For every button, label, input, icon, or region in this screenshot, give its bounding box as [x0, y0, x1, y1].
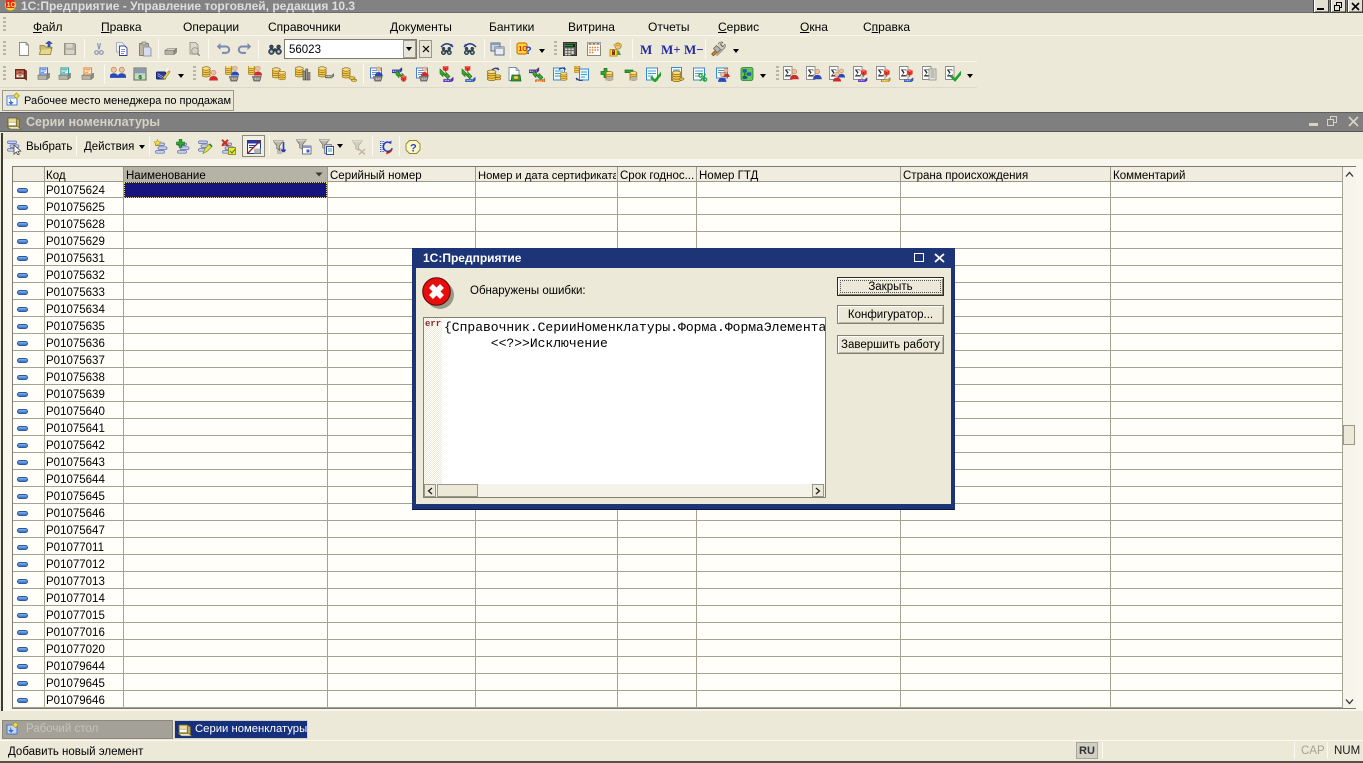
svg-text:?: ? [410, 143, 417, 155]
svg-text:$: $ [139, 75, 142, 81]
svg-text:?: ? [525, 45, 532, 57]
svg-text:1С: 1С [7, 2, 16, 9]
